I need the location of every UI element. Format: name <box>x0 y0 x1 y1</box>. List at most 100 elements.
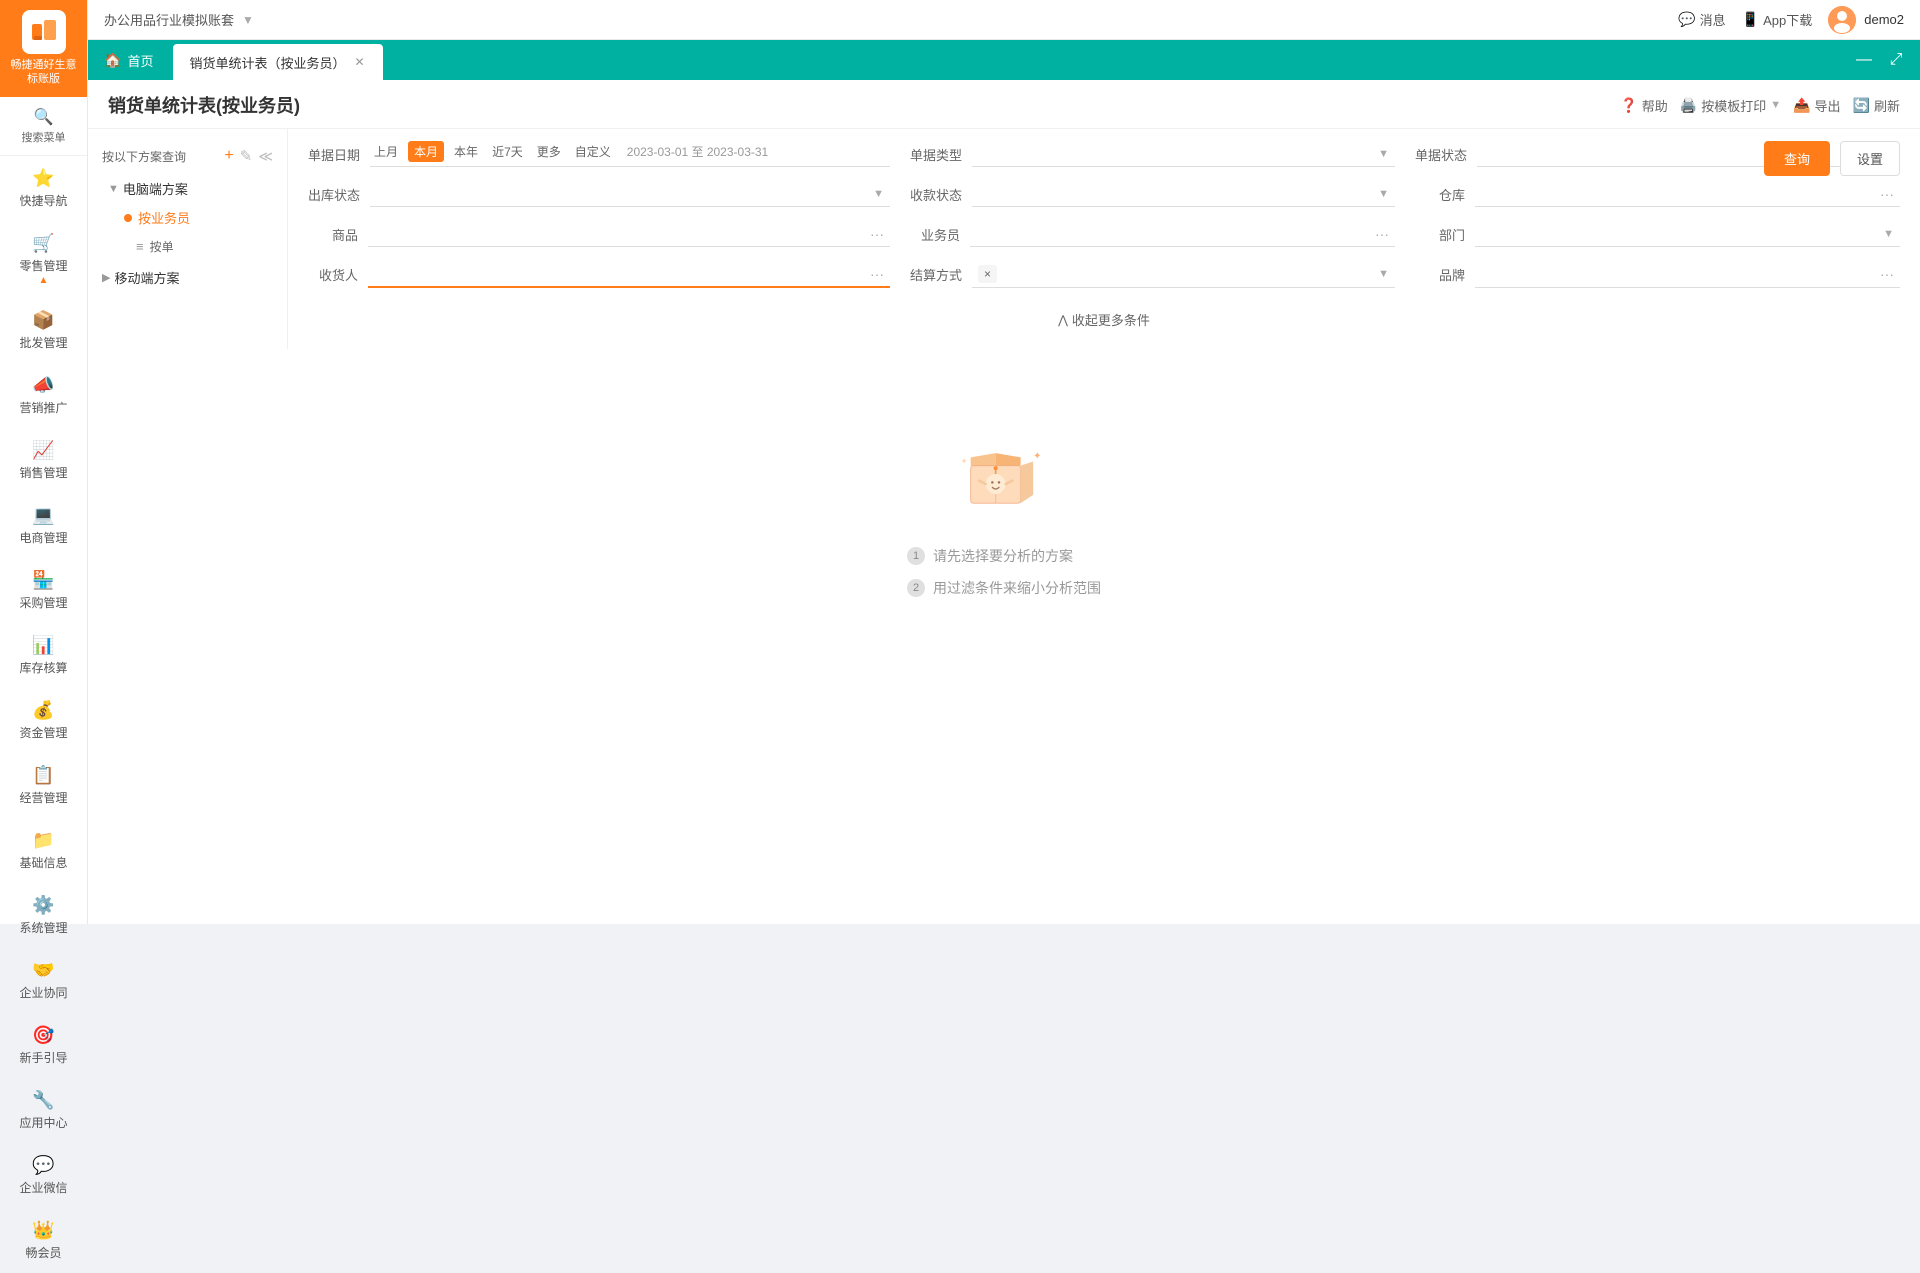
sales-label: 销售管理 <box>19 466 67 480</box>
quick-nav-icon: ⭐ <box>4 168 83 189</box>
date-shortcut-this-month[interactable]: 本月 <box>408 141 444 162</box>
enterprise-icon: 🤝 <box>4 960 83 981</box>
receiver-input[interactable]: ··· <box>368 262 890 288</box>
sidebar-item-newbie[interactable]: 🎯 新手引导 <box>0 1013 87 1078</box>
collapse-up-icon: ⋀ <box>1058 313 1068 327</box>
message-icon: 💬 <box>1678 11 1695 28</box>
tab-close-icon[interactable]: ✕ <box>351 54 367 70</box>
warehouse-dots-icon[interactable]: ··· <box>1880 186 1894 202</box>
tag-close-icon[interactable]: × <box>984 267 991 281</box>
sidebar-item-ecom[interactable]: 💻 电商管理 <box>0 493 87 558</box>
query-btn[interactable]: 查询 <box>1764 141 1830 176</box>
pc-scheme-group-title[interactable]: ▼ 电脑端方案 <box>88 175 287 202</box>
enterprise-label: 企业协同 <box>19 986 67 1000</box>
settlement-select[interactable]: × ▼ <box>972 261 1395 288</box>
product-dots-icon[interactable]: ··· <box>870 226 884 242</box>
sidebar-item-appstore[interactable]: 🔧 应用中心 <box>0 1078 87 1143</box>
sidebar-item-base[interactable]: 📁 基础信息 <box>0 818 87 883</box>
sidebar-item-finance[interactable]: 💰 资金管理 <box>0 688 87 753</box>
tip-num-2: 2 <box>907 579 925 597</box>
sidebar-item-inventory[interactable]: 📊 库存核算 <box>0 623 87 688</box>
tab-minimize-icon[interactable]: — <box>1852 48 1876 72</box>
collapse-sidebar-icon[interactable]: ≪ <box>258 148 273 165</box>
sidebar-item-sales[interactable]: 📈 销售管理 <box>0 428 87 493</box>
mobile-scheme-arrow-icon: ▶ <box>102 271 110 284</box>
member-icon: 👑 <box>4 1220 83 1241</box>
filter-sidebar-label: 按以下方案查询 <box>102 148 186 165</box>
username-label: demo2 <box>1864 12 1904 27</box>
tab-maximize-icon[interactable]: ⤢ <box>1884 48 1908 72</box>
sidebar-item-member[interactable]: 👑 畅会员 <box>0 1208 87 1273</box>
sidebar-item-marketing[interactable]: 📣 营销推广 <box>0 363 87 428</box>
operation-icon: 📋 <box>4 765 83 786</box>
mobile-scheme-group-title[interactable]: ▶ 移动端方案 <box>88 264 287 291</box>
sidebar-item-wholesale[interactable]: 📦 批发管理 <box>0 298 87 363</box>
add-scheme-icon[interactable]: + <box>224 147 233 165</box>
sidebar-item-enterprise[interactable]: 🤝 企业协同 <box>0 948 87 1013</box>
wholesale-label: 批发管理 <box>19 336 67 350</box>
date-input-group[interactable]: 上月 本月 本年 近7天 更多 自定义 2023-03-01 至 2023-03… <box>370 141 890 167</box>
marketing-icon: 📣 <box>4 375 83 396</box>
collapse-label: 收起更多条件 <box>1072 310 1150 329</box>
tab-bar: 🏠 首页 销货单统计表（按业务员） ✕ — ⤢ <box>88 40 1920 80</box>
collapse-btn[interactable]: ⋀ 收起更多条件 <box>308 302 1900 337</box>
date-shortcut-custom[interactable]: 自定义 <box>571 141 615 162</box>
sidebar-search[interactable]: 🔍 搜索菜单 <box>0 97 87 156</box>
collection-select[interactable]: ▼ <box>972 181 1395 207</box>
wechat-label: 企业微信 <box>19 1181 67 1195</box>
collection-label: 收款状态 <box>910 185 972 204</box>
salesperson-select[interactable]: ··· <box>970 221 1395 247</box>
receiver-dots-icon[interactable]: ··· <box>870 266 884 282</box>
sidebar-item-quick-nav[interactable]: ⭐ 快捷导航 <box>0 156 87 221</box>
edit-scheme-icon[interactable]: ✎ <box>240 147 253 165</box>
system-label: 系统管理 <box>19 921 67 935</box>
tab-sales-stat[interactable]: 销货单统计表（按业务员） ✕ <box>173 44 383 80</box>
date-shortcut-7days[interactable]: 近7天 <box>488 141 527 162</box>
query-action-bar: 查询 设置 <box>1744 129 1920 176</box>
salesperson-dots-icon[interactable]: ··· <box>1375 226 1389 242</box>
filter-field-dept: 部门 ▼ <box>1415 221 1900 247</box>
filter-field-brand: 品牌 ··· <box>1415 262 1900 288</box>
app-download-btn[interactable]: 📱 App下载 <box>1742 10 1813 29</box>
print-chevron-icon: ▼ <box>1770 99 1781 111</box>
sidebar-item-purchase[interactable]: 🏪 采购管理 <box>0 558 87 623</box>
retail-label: 零售管理 <box>19 257 67 274</box>
app-logo[interactable]: 畅捷通好生意 标账版 <box>0 0 87 97</box>
sidebar-item-system[interactable]: ⚙️ 系统管理 <box>0 883 87 948</box>
sidebar-item-wechat[interactable]: 💬 企业微信 <box>0 1143 87 1208</box>
user-profile[interactable]: demo2 <box>1828 6 1904 34</box>
setting-btn[interactable]: 设置 <box>1840 141 1900 176</box>
base-icon: 📁 <box>4 830 83 851</box>
sidebar: 畅捷通好生意 标账版 🔍 搜索菜单 ⭐ 快捷导航 🛒 零售管理 ▲ 📦 批发管理… <box>0 0 88 924</box>
refresh-btn[interactable]: 🔄 刷新 <box>1853 96 1900 115</box>
date-shortcut-this-year[interactable]: 本年 <box>450 141 482 162</box>
help-btn[interactable]: ❓ 帮助 <box>1620 96 1667 115</box>
export-btn[interactable]: 📤 导出 <box>1793 96 1840 115</box>
doc-type-label: 单据类型 <box>910 145 972 164</box>
dropdown-arrow-icon[interactable]: ▼ <box>242 13 254 27</box>
purchase-icon: 🏪 <box>4 570 83 591</box>
search-label: 搜索菜单 <box>4 129 83 145</box>
mobile-scheme-group: ▶ 移动端方案 <box>88 264 287 291</box>
brand-dots-icon[interactable]: ··· <box>1880 266 1894 282</box>
date-shortcut-last-month[interactable]: 上月 <box>370 141 402 162</box>
date-shortcut-more[interactable]: 更多 <box>533 141 565 162</box>
scheme-item-salesperson[interactable]: 按业务员 <box>88 202 287 233</box>
scheme-sub-item-order[interactable]: ≡ 按单 <box>88 233 287 260</box>
wechat-icon: 💬 <box>4 1155 83 1176</box>
sidebar-item-retail[interactable]: 🛒 零售管理 ▲ <box>0 221 87 298</box>
dept-select[interactable]: ▼ <box>1475 221 1900 247</box>
message-btn[interactable]: 💬 消息 <box>1678 10 1725 29</box>
brand-select[interactable]: ··· <box>1475 262 1900 288</box>
help-icon: ❓ <box>1620 97 1637 114</box>
delivery-select[interactable]: ▼ <box>370 181 890 207</box>
finance-icon: 💰 <box>4 700 83 721</box>
tab-home[interactable]: 🏠 首页 <box>88 40 169 80</box>
print-btn[interactable]: 🖨️ 按模板打印 ▼ <box>1680 96 1781 115</box>
warehouse-select[interactable]: ··· <box>1475 181 1900 207</box>
sidebar-item-operation[interactable]: 📋 经营管理 <box>0 753 87 818</box>
logo-text: 畅捷通好生意 标账版 <box>11 58 77 87</box>
product-select[interactable]: ··· <box>368 221 890 247</box>
doc-type-select[interactable]: ▼ <box>972 141 1395 167</box>
filter-row-1: 单据日期 上月 本月 本年 近7天 更多 自定义 2023-03-01 至 20… <box>308 141 1900 167</box>
